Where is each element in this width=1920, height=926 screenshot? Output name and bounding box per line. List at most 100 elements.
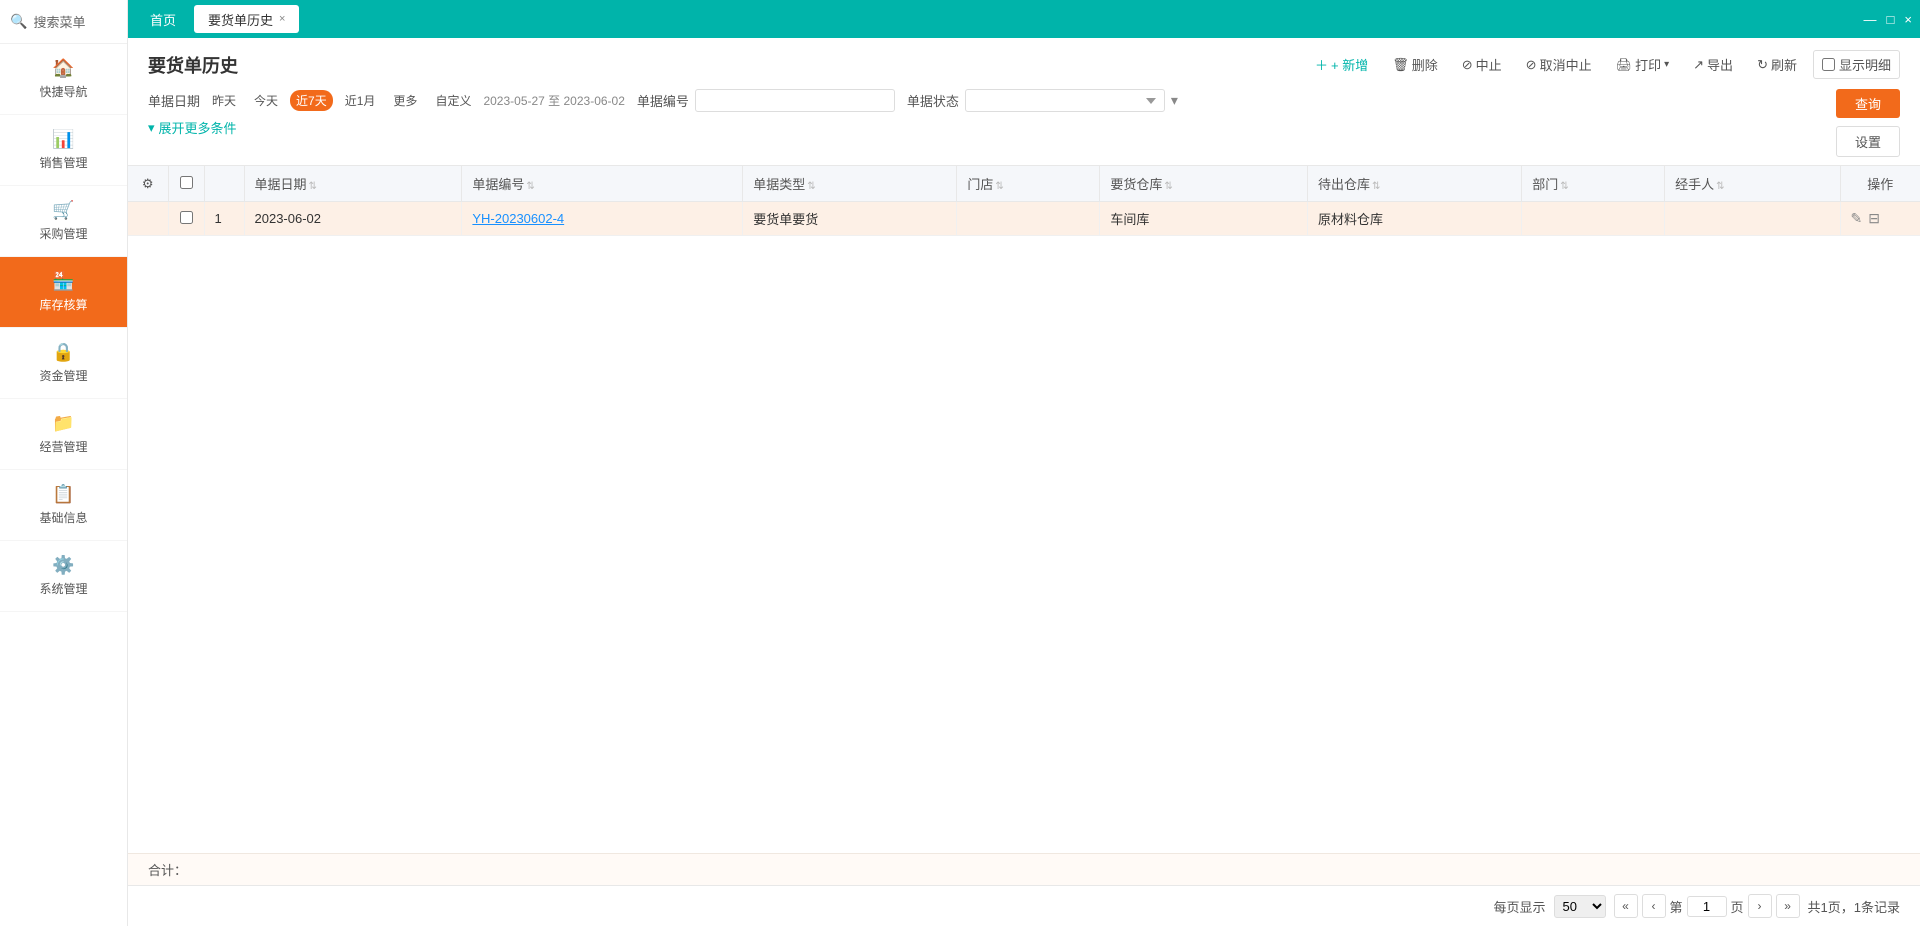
td-handler-0 bbox=[1665, 202, 1840, 236]
select-all-checkbox[interactable] bbox=[180, 176, 193, 189]
show-detail-button[interactable]: 显示明细 bbox=[1813, 50, 1900, 79]
th-pending-warehouse[interactable]: 待出仓库⇅ bbox=[1308, 166, 1522, 202]
td-checkbox-0[interactable] bbox=[168, 202, 204, 236]
tab-label-requisition-history: 要货单历史 bbox=[208, 10, 273, 29]
doc-no-label: 单据编号 bbox=[637, 91, 689, 110]
row-checkbox-0[interactable] bbox=[180, 211, 193, 224]
row-edit-btn-0[interactable]: ✎ bbox=[1851, 210, 1863, 227]
new-icon: ＋ bbox=[1315, 55, 1328, 74]
export-button[interactable]: ↗ 导出 bbox=[1685, 51, 1741, 78]
data-table: ⚙ 单据日期⇅ 单据编号⇅ 单据类型⇅ 门店⇅ 要货仓库⇅ 待出仓库⇅ 部门⇅ … bbox=[128, 166, 1920, 236]
th-handler-label: 经手人 bbox=[1675, 177, 1714, 192]
date-btn-今天[interactable]: 今天 bbox=[248, 90, 284, 111]
th-req-warehouse-label: 要货仓库 bbox=[1110, 177, 1162, 192]
th-handler[interactable]: 经手人⇅ bbox=[1665, 166, 1840, 202]
date-btn-近1月[interactable]: 近1月 bbox=[339, 90, 382, 111]
table-container: ⚙ 单据日期⇅ 单据编号⇅ 单据类型⇅ 门店⇅ 要货仓库⇅ 待出仓库⇅ 部门⇅ … bbox=[128, 166, 1920, 853]
page-suffix-label: 页 bbox=[1731, 897, 1744, 916]
expand-icon: ▾ bbox=[148, 120, 155, 136]
th-doc-date[interactable]: 单据日期⇅ bbox=[244, 166, 462, 202]
print-icon: 🖨 bbox=[1616, 57, 1633, 73]
sort-icon-doc-type: ⇅ bbox=[807, 181, 815, 192]
status-dropdown-icon[interactable]: ▾ bbox=[1171, 92, 1178, 109]
cancel-stop-button[interactable]: ⊘ 取消中止 bbox=[1518, 51, 1600, 78]
th-checkbox[interactable] bbox=[168, 166, 204, 202]
sidebar-search[interactable]: 🔍 搜索菜单 bbox=[0, 0, 127, 44]
prev-page-btn[interactable]: ‹ bbox=[1642, 894, 1666, 918]
sort-icon-handler: ⇅ bbox=[1716, 181, 1724, 192]
th-store[interactable]: 门店⇅ bbox=[957, 166, 1100, 202]
tab-requisition-history[interactable]: 要货单历史 × bbox=[194, 5, 299, 33]
delete-button[interactable]: 🗑 删除 bbox=[1384, 51, 1446, 78]
query-button[interactable]: 查询 bbox=[1836, 89, 1900, 118]
pagination-nav: « ‹ 第 页 › » bbox=[1614, 894, 1800, 918]
date-btn-昨天[interactable]: 昨天 bbox=[206, 90, 242, 111]
date-btn-更多[interactable]: 更多 bbox=[387, 90, 423, 111]
td-doc-no-0[interactable]: YH-20230602-4 bbox=[462, 202, 743, 236]
last-page-btn[interactable]: » bbox=[1776, 894, 1800, 918]
action-buttons: 查询 设置 bbox=[1836, 89, 1900, 157]
print-button[interactable]: 🖨 打印 ▾ bbox=[1608, 51, 1678, 78]
show-detail-checkbox[interactable] bbox=[1822, 58, 1835, 71]
maximize-btn[interactable]: □ bbox=[1887, 12, 1895, 27]
th-settings[interactable]: ⚙ bbox=[128, 166, 168, 202]
new-button[interactable]: ＋ + 新增 bbox=[1307, 51, 1376, 78]
close-window-btn[interactable]: × bbox=[1904, 12, 1912, 27]
show-detail-label: 显示明细 bbox=[1839, 55, 1891, 74]
delete-label: 删除 bbox=[1412, 55, 1438, 74]
minimize-btn[interactable]: — bbox=[1864, 12, 1877, 27]
th-pending-warehouse-label: 待出仓库 bbox=[1318, 177, 1370, 192]
doc-date-label: 单据日期 bbox=[148, 91, 200, 110]
page-content: 要货单历史 ＋ + 新增 🗑 删除 ⊘ 中止 ⊘ bbox=[128, 38, 1920, 926]
th-req-warehouse[interactable]: 要货仓库⇅ bbox=[1100, 166, 1308, 202]
first-page-btn[interactable]: « bbox=[1614, 894, 1638, 918]
sidebar-item-finance[interactable]: 🔒资金管理 bbox=[0, 328, 127, 399]
system-icon: ⚙️ bbox=[52, 555, 74, 576]
settings-button[interactable]: 设置 bbox=[1836, 126, 1900, 157]
td-ops-0: ✎ ⊟ bbox=[1840, 202, 1920, 236]
delete-icon: 🗑 bbox=[1392, 57, 1409, 73]
page-input[interactable] bbox=[1687, 896, 1727, 917]
finance-icon: 🔒 bbox=[52, 342, 74, 363]
td-doc-type-0: 要货单要货 bbox=[743, 202, 957, 236]
sidebar-item-quick-nav[interactable]: 🏠快捷导航 bbox=[0, 44, 127, 115]
doc-no-filter-group: 单据编号 bbox=[637, 89, 895, 112]
doc-status-label: 单据状态 bbox=[907, 91, 959, 110]
th-doc-type[interactable]: 单据类型⇅ bbox=[743, 166, 957, 202]
row-delete-btn-0[interactable]: ⊟ bbox=[1868, 210, 1880, 227]
doc-no-link-0[interactable]: YH-20230602-4 bbox=[472, 211, 564, 226]
doc-no-input[interactable] bbox=[695, 89, 895, 112]
main-area: 首页要货单历史 × — □ × 要货单历史 ＋ + 新增 🗑 删除 bbox=[128, 0, 1920, 926]
quick-nav-label: 快捷导航 bbox=[39, 83, 87, 100]
sidebar-item-system[interactable]: ⚙️系统管理 bbox=[0, 541, 127, 612]
expand-more-btn[interactable]: ▾ 展开更多条件 bbox=[148, 118, 1816, 137]
sidebar-item-inventory[interactable]: 🏪库存核算 bbox=[0, 257, 127, 328]
operation-icon: 📁 bbox=[52, 413, 74, 434]
th-doc-no[interactable]: 单据编号⇅ bbox=[462, 166, 743, 202]
sidebar-item-purchase[interactable]: 🛒采购管理 bbox=[0, 186, 127, 257]
td-settings-0 bbox=[128, 202, 168, 236]
date-range: 2023-05-27 至 2023-06-02 bbox=[483, 92, 624, 109]
sidebar-search-label: 搜索菜单 bbox=[33, 12, 85, 31]
refresh-button[interactable]: ↻ 刷新 bbox=[1749, 51, 1805, 78]
td-pending-warehouse-0: 原材料仓库 bbox=[1308, 202, 1522, 236]
expand-label: 展开更多条件 bbox=[159, 118, 237, 137]
date-btn-近7天[interactable]: 近7天 bbox=[290, 90, 333, 111]
th-doc-type-label: 单据类型 bbox=[753, 177, 805, 192]
next-page-btn[interactable]: › bbox=[1748, 894, 1772, 918]
inventory-label: 库存核算 bbox=[39, 296, 87, 313]
sidebar-item-basic[interactable]: 📋基础信息 bbox=[0, 470, 127, 541]
stop-button[interactable]: ⊘ 中止 bbox=[1454, 51, 1510, 78]
per-page-select[interactable]: 2050100 bbox=[1554, 895, 1606, 918]
sidebar-item-operation[interactable]: 📁经营管理 bbox=[0, 399, 127, 470]
th-department[interactable]: 部门⇅ bbox=[1522, 166, 1665, 202]
doc-status-select[interactable] bbox=[965, 89, 1165, 112]
date-btn-自定义[interactable]: 自定义 bbox=[429, 90, 477, 111]
purchase-label: 采购管理 bbox=[39, 225, 87, 242]
tab-home[interactable]: 首页 bbox=[136, 5, 190, 33]
sales-icon: 📊 bbox=[52, 129, 74, 150]
sidebar-item-sales[interactable]: 📊 销售管理 bbox=[0, 115, 127, 186]
toolbar: ＋ + 新增 🗑 删除 ⊘ 中止 ⊘ 取消中止 bbox=[1307, 50, 1900, 79]
sales-label: 销售管理 bbox=[39, 154, 87, 171]
tab-close-requisition-history[interactable]: × bbox=[279, 13, 285, 25]
